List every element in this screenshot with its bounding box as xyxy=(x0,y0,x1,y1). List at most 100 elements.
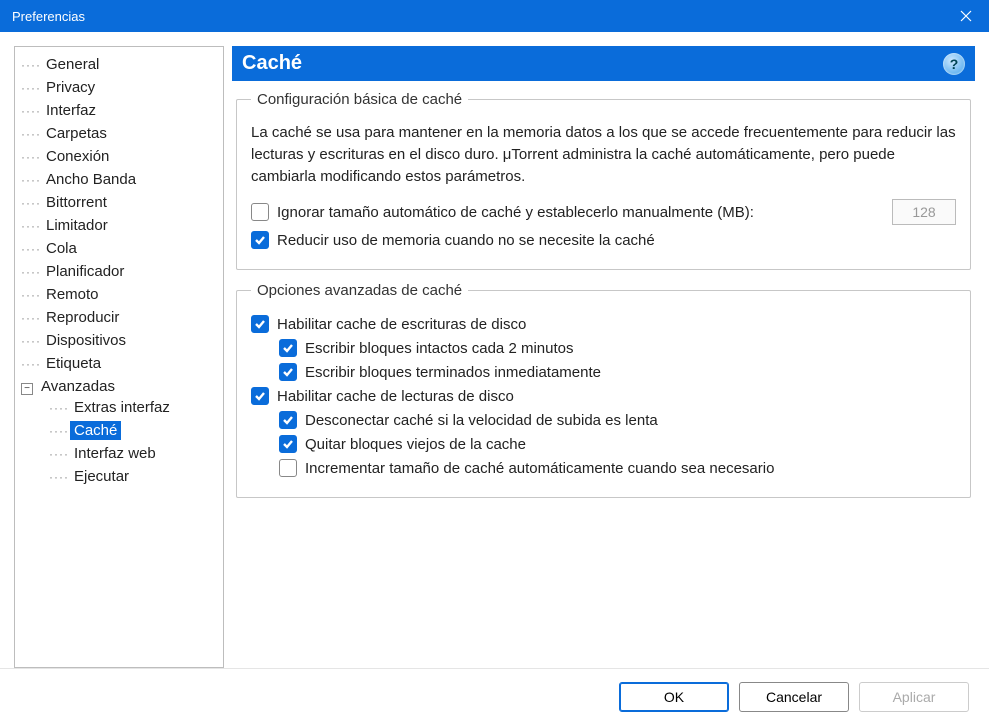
row-remove-old: Quitar bloques viejos de la cache xyxy=(279,435,956,453)
row-reduce-memory: Reducir uso de memoria cuando no se nece… xyxy=(251,231,956,249)
tree-item[interactable]: ····Interfaz web xyxy=(49,444,160,463)
row-auto-increase: Incrementar tamaño de caché automáticame… xyxy=(279,459,956,477)
cancel-button[interactable]: Cancelar xyxy=(739,682,849,712)
tree-item-label: Etiqueta xyxy=(42,354,105,373)
tree-item[interactable]: ····Ancho Banda xyxy=(21,170,140,189)
tree-item-label: Privacy xyxy=(42,78,99,97)
tree-item-label: Dispositivos xyxy=(42,331,130,350)
tree-item-label: Interfaz web xyxy=(70,444,160,463)
close-icon xyxy=(960,10,972,22)
tree-item[interactable]: ····Cola xyxy=(21,239,81,258)
tree-item[interactable]: ····Ejecutar xyxy=(49,467,133,486)
checkbox-reduce-memory[interactable] xyxy=(251,231,269,249)
ok-button[interactable]: OK xyxy=(619,682,729,712)
checkbox-disconnect-slow[interactable] xyxy=(279,411,297,429)
tree-branch-icon: ···· xyxy=(21,127,39,141)
tree-branch-icon: ···· xyxy=(21,196,39,210)
tree-branch-icon: ···· xyxy=(21,265,39,279)
tree-item-label: Reproducir xyxy=(42,308,123,327)
checkbox-auto-increase[interactable] xyxy=(279,459,297,477)
row-read-cache: Habilitar cache de lecturas de disco xyxy=(251,387,956,405)
label-write-cache: Habilitar cache de escrituras de disco xyxy=(277,316,526,333)
preferences-window: Preferencias ····General····Privacy····I… xyxy=(0,0,989,724)
tree-item-label: Planificador xyxy=(42,262,128,281)
dialog-body: ····General····Privacy····Interfaz····Ca… xyxy=(0,32,989,668)
tree-item[interactable]: ····Reproducir xyxy=(21,308,123,327)
window-title: Preferencias xyxy=(12,9,85,24)
tree-branch-icon: ···· xyxy=(21,357,39,371)
tree-branch-icon: ···· xyxy=(49,424,67,438)
tree-item[interactable]: ····Remoto xyxy=(21,285,103,304)
tree-branch-icon: ···· xyxy=(49,447,67,461)
section-title: Caché xyxy=(242,52,302,75)
tree-item-label: Ancho Banda xyxy=(42,170,140,189)
tree-branch-icon: ···· xyxy=(21,288,39,302)
apply-button[interactable]: Aplicar xyxy=(859,682,969,712)
tree-branch-icon: ···· xyxy=(49,401,67,415)
content-body: Configuración básica de caché La caché s… xyxy=(232,81,975,668)
tree-item[interactable]: ····Limitador xyxy=(21,216,112,235)
tree-item[interactable]: ····General xyxy=(21,55,103,74)
tree-item-label: Limitador xyxy=(42,216,112,235)
tree-item[interactable]: ····Conexión xyxy=(21,147,113,166)
label-remove-old: Quitar bloques viejos de la cache xyxy=(305,436,526,453)
row-write-cache: Habilitar cache de escrituras de disco xyxy=(251,315,956,333)
advanced-legend: Opciones avanzadas de caché xyxy=(251,282,468,299)
label-reduce-memory: Reducir uso de memoria cuando no se nece… xyxy=(277,232,655,249)
label-read-cache: Habilitar cache de lecturas de disco xyxy=(277,388,514,405)
tree-item-label: Conexión xyxy=(42,147,113,166)
tree-item-label: Carpetas xyxy=(42,124,111,143)
tree-branch-icon: ···· xyxy=(21,219,39,233)
tree-branch-icon: ···· xyxy=(21,81,39,95)
tree-item[interactable]: ····Caché xyxy=(49,421,121,440)
content-pane: Caché ? Configuración básica de caché La… xyxy=(232,46,975,668)
label-write-intact: Escribir bloques intactos cada 2 minutos xyxy=(305,340,573,357)
tree-branch-icon: ···· xyxy=(21,104,39,118)
close-button[interactable] xyxy=(943,0,989,32)
tree-branch-icon: ···· xyxy=(21,58,39,72)
basic-cache-group: Configuración básica de caché La caché s… xyxy=(236,91,971,270)
checkbox-read-cache[interactable] xyxy=(251,387,269,405)
label-ignore-autosize: Ignorar tamaño automático de caché y est… xyxy=(277,204,754,221)
tree-item[interactable]: ····Dispositivos xyxy=(21,331,130,350)
section-header: Caché ? xyxy=(232,46,975,81)
checkbox-write-finished[interactable] xyxy=(279,363,297,381)
row-write-finished: Escribir bloques terminados inmediatamen… xyxy=(279,363,956,381)
dialog-footer: OK Cancelar Aplicar xyxy=(0,668,989,724)
tree-item[interactable]: ····Etiqueta xyxy=(21,354,105,373)
tree-item[interactable]: Avanzadas xyxy=(37,377,119,396)
tree-branch-icon: ···· xyxy=(21,150,39,164)
row-write-intact: Escribir bloques intactos cada 2 minutos xyxy=(279,339,956,357)
tree-branch-icon: ···· xyxy=(21,173,39,187)
tree-item[interactable]: ····Interfaz xyxy=(21,101,100,120)
tree-item-label: Remoto xyxy=(42,285,103,304)
row-ignore-autosize: Ignorar tamaño automático de caché y est… xyxy=(251,199,956,225)
help-icon[interactable]: ? xyxy=(943,53,965,75)
category-tree[interactable]: ····General····Privacy····Interfaz····Ca… xyxy=(14,46,224,668)
tree-branch-icon: ···· xyxy=(21,334,39,348)
checkbox-remove-old[interactable] xyxy=(279,435,297,453)
tree-item-label: Extras interfaz xyxy=(70,398,174,417)
checkbox-ignore-autosize[interactable] xyxy=(251,203,269,221)
tree-expander-icon[interactable]: − xyxy=(21,383,33,395)
tree-item[interactable]: ····Bittorrent xyxy=(21,193,111,212)
basic-description: La caché se usa para mantener en la memo… xyxy=(251,122,956,187)
advanced-cache-group: Opciones avanzadas de caché Habilitar ca… xyxy=(236,282,971,498)
tree-branch-icon: ···· xyxy=(21,311,39,325)
checkbox-write-intact[interactable] xyxy=(279,339,297,357)
tree-item[interactable]: ····Privacy xyxy=(21,78,99,97)
tree-item[interactable]: ····Carpetas xyxy=(21,124,111,143)
tree-item-label: Interfaz xyxy=(42,101,100,120)
tree-item-label: Caché xyxy=(70,421,121,440)
tree-item-label: Cola xyxy=(42,239,81,258)
tree-item[interactable]: ····Extras interfaz xyxy=(49,398,174,417)
tree-item-label: General xyxy=(42,55,103,74)
tree-branch-icon: ···· xyxy=(49,470,67,484)
checkbox-write-cache[interactable] xyxy=(251,315,269,333)
label-disconnect-slow: Desconectar caché si la velocidad de sub… xyxy=(305,412,658,429)
titlebar: Preferencias xyxy=(0,0,989,32)
label-write-finished: Escribir bloques terminados inmediatamen… xyxy=(305,364,601,381)
tree-item[interactable]: ····Planificador xyxy=(21,262,128,281)
input-cache-size[interactable] xyxy=(892,199,956,225)
label-auto-increase: Incrementar tamaño de caché automáticame… xyxy=(305,460,774,477)
